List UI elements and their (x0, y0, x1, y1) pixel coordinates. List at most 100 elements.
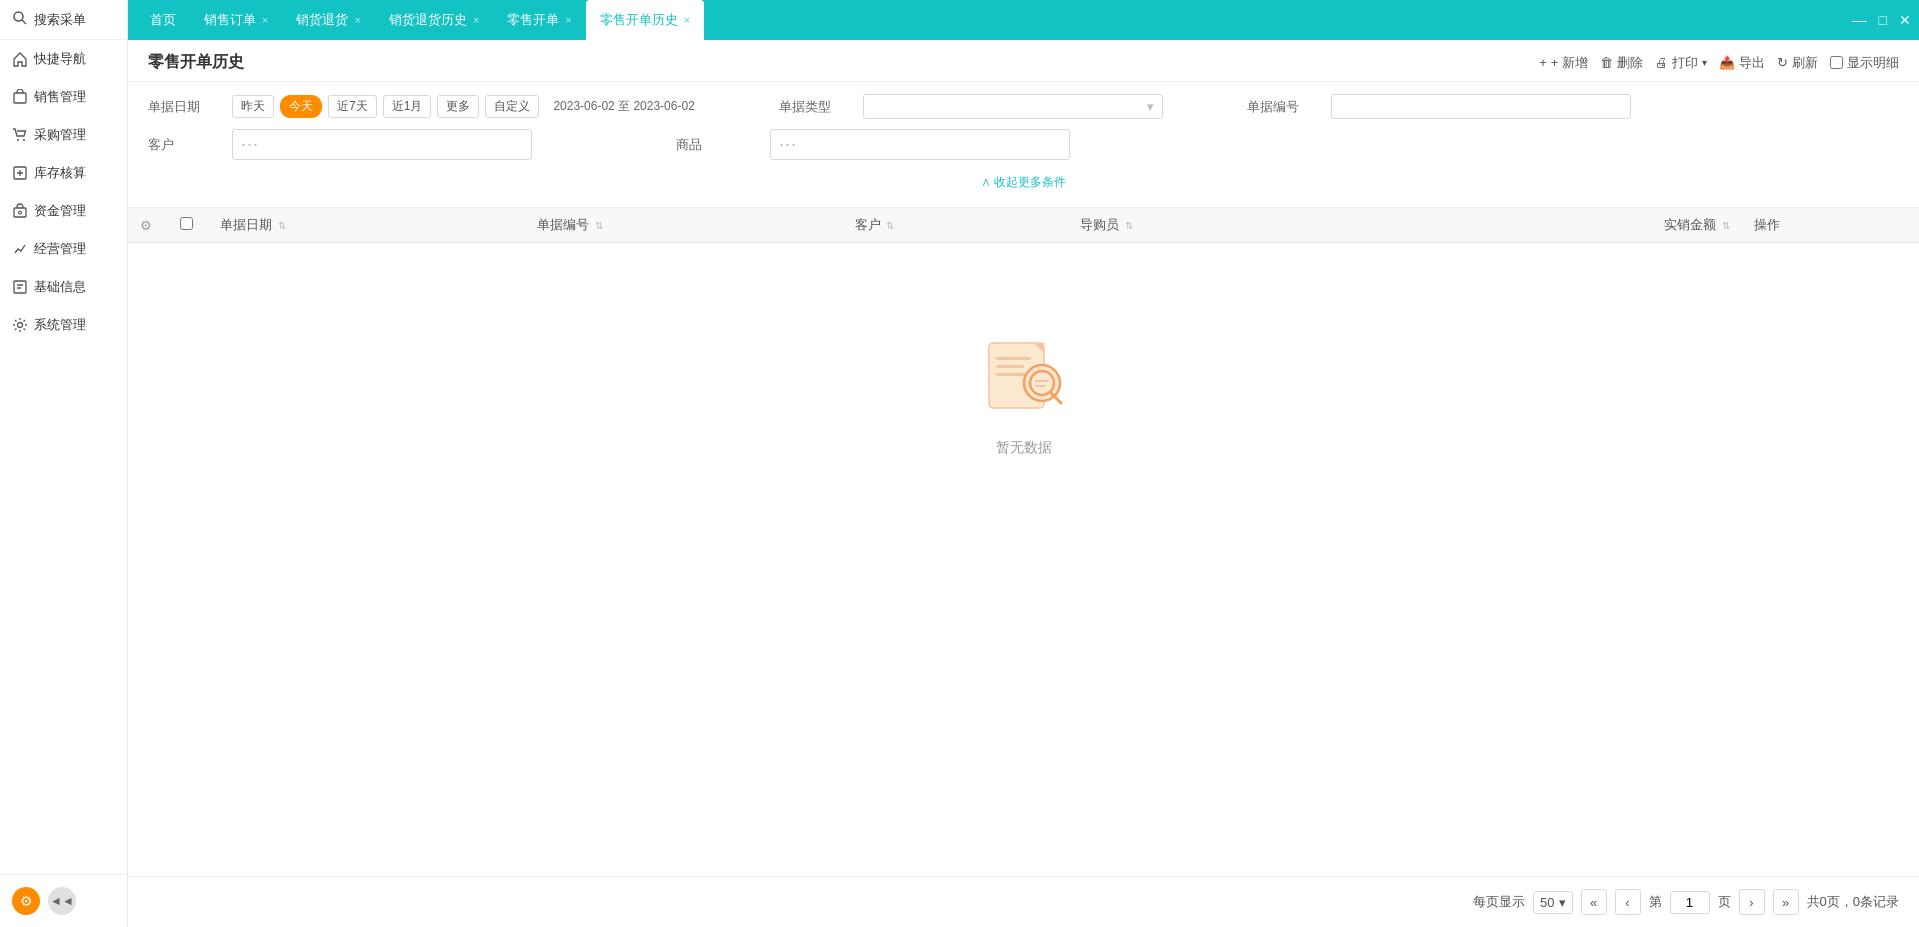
svg-line-1 (22, 20, 26, 24)
date-btn-custom[interactable]: 自定义 (485, 95, 539, 118)
sidebar-item-quick-nav[interactable]: 快捷导航 (0, 40, 127, 78)
sidebar-item-label: 快捷导航 (34, 50, 86, 68)
next-page-button[interactable]: › (1739, 889, 1765, 915)
col-doc-no[interactable]: 单据编号 ⇅ (525, 208, 842, 243)
col-guide[interactable]: 导购员 ⇅ (1068, 208, 1339, 243)
tab-retail-open-history[interactable]: 零售开单历史 × (586, 0, 704, 40)
col-doc-no-label: 单据编号 (537, 217, 589, 232)
sidebar-collapse-button[interactable]: ◄◄ (48, 887, 76, 915)
window-minimize-button[interactable]: — (1853, 12, 1867, 28)
page-size-dropdown-icon: ▾ (1559, 895, 1566, 910)
date-btn-yesterday[interactable]: 昨天 (232, 95, 274, 118)
main-area: 首页 销售订单 × 销货退货 × 销货退货历史 × 零售开单 × 零售开单历史 … (128, 0, 1919, 927)
tab-retail-open[interactable]: 零售开单 × (493, 0, 585, 40)
sidebar-item-basic-info[interactable]: 基础信息 (0, 268, 127, 306)
sidebar-item-purchase-mgmt[interactable]: 采购管理 (0, 116, 127, 154)
col-doc-date[interactable]: 单据日期 ⇅ (208, 208, 525, 243)
sidebar-search-label: 搜索采单 (34, 11, 86, 29)
doc-type-select[interactable]: ▾ (863, 94, 1163, 119)
sidebar-item-finance[interactable]: 资金管理 (0, 192, 127, 230)
page-input[interactable] (1670, 891, 1710, 914)
sidebar-item-inventory[interactable]: 库存核算 (0, 154, 127, 192)
customer-input[interactable]: ··· (232, 129, 532, 160)
select-all-checkbox[interactable] (180, 217, 193, 230)
product-label: 商品 (676, 136, 736, 154)
col-actual-amount-label: 实销金额 (1664, 217, 1716, 232)
refresh-button[interactable]: ↻ 刷新 (1777, 54, 1818, 72)
settings-gear-button[interactable]: ⚙ (12, 887, 40, 915)
sidebar-item-label: 系统管理 (34, 316, 86, 334)
system-icon (12, 317, 28, 333)
show-detail-button[interactable]: 显示明细 (1830, 54, 1899, 72)
col-actual-amount[interactable]: 实销金额 ⇅ (1424, 208, 1741, 243)
export-button[interactable]: 📤 导出 (1719, 54, 1765, 72)
finance-icon (12, 203, 28, 219)
col-customer[interactable]: 客户 ⇅ (843, 208, 1068, 243)
window-maximize-button[interactable]: □ (1879, 12, 1887, 28)
svg-point-7 (19, 211, 22, 214)
pagination: 每页显示 50 ▾ « ‹ 第 页 › » 共0页，0条记录 (128, 876, 1919, 927)
tab-sales-order[interactable]: 销售订单 × (190, 0, 282, 40)
date-btn-today[interactable]: 今天 (280, 95, 322, 118)
customer-input-ellipsis: ··· (241, 134, 259, 155)
per-page-label: 每页显示 (1473, 893, 1525, 911)
empty-text: 暂无数据 (996, 439, 1052, 457)
date-btn-last7[interactable]: 近7天 (328, 95, 377, 118)
prev-page-button[interactable]: ‹ (1615, 889, 1641, 915)
tab-label: 销货退货 (296, 11, 348, 29)
sidebar-item-sales-mgmt[interactable]: 销售管理 (0, 78, 127, 116)
window-close-button[interactable]: ✕ (1899, 12, 1911, 28)
export-icon: 📤 (1719, 55, 1735, 70)
doc-type-label: 单据类型 (779, 98, 839, 116)
tab-label: 零售开单 (507, 11, 559, 29)
tab-home[interactable]: 首页 (136, 0, 190, 40)
first-page-button[interactable]: « (1581, 889, 1607, 915)
product-input[interactable]: ··· (770, 129, 1070, 160)
date-btn-more[interactable]: 更多 (437, 95, 479, 118)
add-button[interactable]: + + 新增 (1539, 54, 1588, 72)
sort-icon: ⇅ (886, 220, 894, 231)
table-checkbox-header (168, 208, 208, 243)
date-range-display: 2023-06-02 至 2023-06-02 (553, 98, 694, 115)
doc-no-input[interactable] (1331, 94, 1631, 119)
tab-label: 销货退货历史 (389, 11, 467, 29)
next-page-icon: › (1749, 895, 1753, 910)
content-area: 零售开单历史 + + 新增 🗑 删除 🖨 打印 ▾ 📤 导出 (128, 40, 1919, 927)
svg-rect-8 (14, 281, 26, 293)
print-button[interactable]: 🖨 打印 ▾ (1655, 54, 1707, 72)
last-page-icon: » (1782, 895, 1789, 910)
search-icon (12, 10, 28, 29)
inventory-icon (12, 165, 28, 181)
col-operation-label: 操作 (1754, 217, 1780, 232)
close-icon[interactable]: × (473, 14, 479, 26)
sort-icon: ⇅ (1125, 220, 1133, 231)
close-icon[interactable]: × (354, 14, 360, 26)
basic-info-icon (12, 279, 28, 295)
svg-point-4 (23, 139, 25, 141)
delete-button[interactable]: 🗑 删除 (1600, 54, 1643, 72)
operation-icon (12, 241, 28, 257)
sidebar-search[interactable]: 搜索采单 (0, 0, 127, 40)
page-size-select[interactable]: 50 ▾ (1533, 891, 1572, 914)
last-page-button[interactable]: » (1773, 889, 1799, 915)
close-icon[interactable]: × (565, 14, 571, 26)
table-area: ⚙ 单据日期 ⇅ 单据编号 ⇅ (128, 208, 1919, 876)
home-icon (12, 51, 28, 67)
sidebar-item-label: 库存核算 (34, 164, 86, 182)
close-icon[interactable]: × (684, 14, 690, 26)
sidebar-bottom: ⚙ ◄◄ (0, 874, 127, 927)
sidebar-item-operation[interactable]: 经营管理 (0, 230, 127, 268)
table-settings-icon[interactable]: ⚙ (140, 218, 152, 233)
collapse-filter-button[interactable]: ∧ 收起更多条件 (148, 170, 1899, 195)
add-icon: + (1539, 55, 1547, 70)
tab-sales-return[interactable]: 销货退货 × (282, 0, 374, 40)
close-icon[interactable]: × (262, 14, 268, 26)
sidebar-item-sys-mgmt[interactable]: 系统管理 (0, 306, 127, 344)
date-btn-last-month[interactable]: 近1月 (383, 95, 432, 118)
sidebar-item-label: 经营管理 (34, 240, 86, 258)
page-size-value: 50 (1540, 895, 1554, 910)
tab-sales-return-history[interactable]: 销货退货历史 × (375, 0, 493, 40)
show-detail-checkbox[interactable] (1830, 56, 1843, 69)
print-label: 打印 (1672, 54, 1698, 72)
page-label-2: 页 (1718, 893, 1731, 911)
